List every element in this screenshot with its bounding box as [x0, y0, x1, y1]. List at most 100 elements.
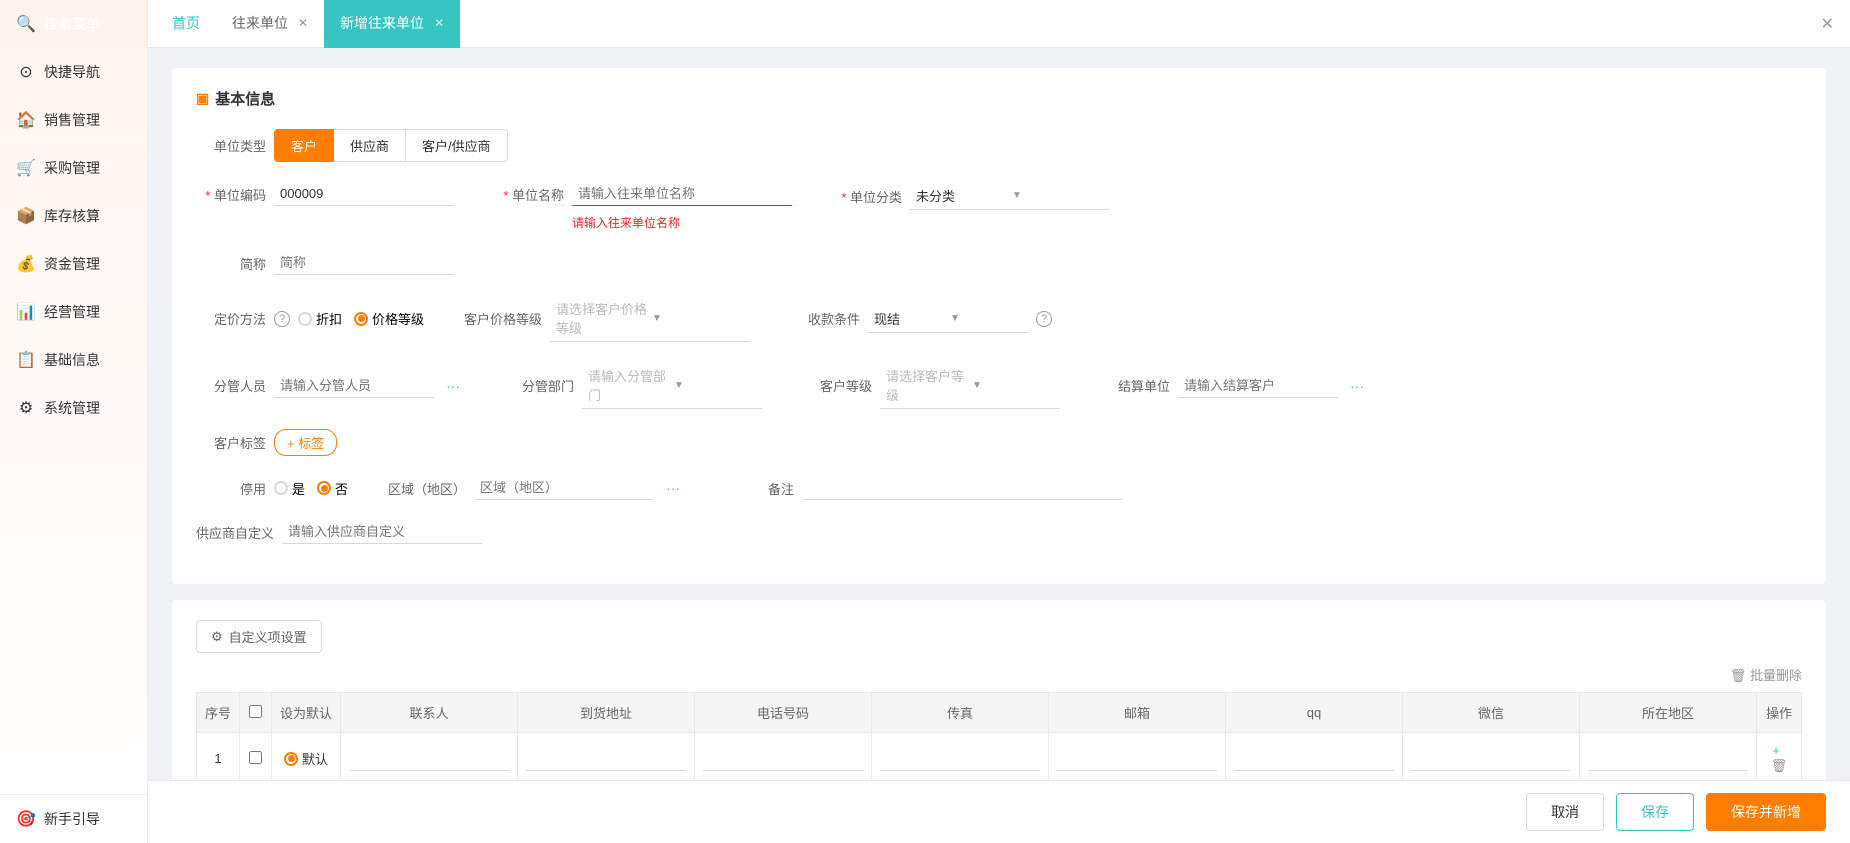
email-input[interactable]	[1057, 747, 1217, 771]
col-region: 所在地区	[1580, 693, 1757, 733]
footer: 取消 保存 保存并新增	[148, 780, 1850, 843]
wechat-input[interactable]	[1411, 747, 1571, 771]
cell-phone	[695, 733, 872, 781]
unit-name-input[interactable]	[572, 182, 792, 206]
sidebar-item-sales[interactable]: 🏠 销售管理	[0, 96, 147, 144]
customer-price-level-select[interactable]: 请选择客户价格等级 ▼	[550, 295, 750, 342]
supplier-custom-row: 供应商自定义	[196, 520, 1802, 544]
region-input[interactable]	[474, 476, 654, 500]
radio-yes-circle	[274, 481, 288, 495]
sidebar-item-basic[interactable]: 📋 基础信息	[0, 336, 147, 384]
unit-category-select[interactable]: 未分类 ▼	[910, 182, 1110, 210]
abbr-input[interactable]	[274, 251, 454, 275]
pricing-help-icon[interactable]: ?	[274, 311, 290, 327]
cell-fax	[872, 733, 1049, 781]
col-contact: 联系人	[341, 693, 518, 733]
contacts-table: 序号 设为默认 联系人 到货地址 电话号码 传真 邮箱 qq 微信 所在地区 操…	[196, 692, 1802, 780]
sidebar-item-quick-nav[interactable]: ⊙ 快捷导航	[0, 48, 147, 96]
customer-level-group: 客户等级 请选择客户等级 ▼	[802, 362, 1060, 409]
section-title-icon: ▣	[196, 90, 209, 107]
purchase-icon: 🛒	[16, 158, 36, 178]
col-email: 邮箱	[1049, 693, 1226, 733]
tab-contacts-close[interactable]: ✕	[298, 16, 308, 30]
unit-type-buttons: 客户 供应商 客户/供应商	[274, 129, 508, 162]
manager-input[interactable]	[274, 374, 434, 398]
radio-default[interactable]: 默认	[280, 749, 332, 768]
contact-input[interactable]	[349, 747, 509, 771]
save-button[interactable]: 保存	[1616, 793, 1694, 831]
remark-input[interactable]	[802, 476, 1122, 500]
row-checkbox[interactable]	[249, 751, 262, 764]
region-group: 区域（地区） ···	[388, 476, 684, 500]
customer-level-label: 客户等级	[802, 376, 872, 395]
batch-delete-btn[interactable]: 🗑 批量删除	[1730, 665, 1802, 684]
supplier-custom-group: 供应商自定义	[196, 520, 482, 544]
tab-new-contact-close[interactable]: ✕	[434, 16, 444, 30]
select-all-checkbox[interactable]	[249, 705, 262, 718]
unit-type-group: 单位类型 客户 供应商 客户/供应商	[196, 129, 508, 162]
pricing-group: 定价方法 ? 折扣 价格等级	[196, 309, 424, 328]
radio-discount-circle	[298, 312, 312, 326]
phone-input[interactable]	[703, 747, 863, 771]
customer-level-select[interactable]: 请选择客户等级 ▼	[880, 362, 1060, 409]
customer-tag-row: 客户标签 + 标签	[196, 429, 1802, 456]
col-qq: qq	[1226, 693, 1403, 733]
operation-icon: 📊	[16, 302, 36, 322]
payment-help-icon[interactable]: ?	[1036, 311, 1052, 327]
sidebar-item-purchase[interactable]: 🛒 采购管理	[0, 144, 147, 192]
radio-disabled-no[interactable]: 否	[317, 479, 348, 498]
manager-row: 分管人员 ··· 分管部门 请输入分管部门 ▼ 客户等级 请选择客户等级 ▼	[196, 362, 1802, 409]
btn-type-customer[interactable]: 客户	[274, 129, 334, 162]
delete-row-btn[interactable]: 🗑	[1771, 758, 1788, 773]
add-tag-btn[interactable]: + 标签	[274, 429, 337, 456]
pricing-row: 定价方法 ? 折扣 价格等级 客户价格等级	[196, 295, 1802, 342]
dept-select[interactable]: 请输入分管部门 ▼	[582, 362, 762, 409]
save-new-button[interactable]: 保存并新增	[1706, 793, 1826, 831]
tab-bar-close-all[interactable]: ✕	[1813, 10, 1842, 38]
region-more-btn[interactable]: ···	[662, 480, 684, 496]
btn-type-supplier[interactable]: 供应商	[334, 129, 406, 162]
supplier-custom-input[interactable]	[282, 520, 482, 544]
radio-price-level[interactable]: 价格等级	[354, 309, 424, 328]
address-input[interactable]	[526, 747, 686, 771]
cell-default: 默认	[272, 733, 341, 781]
sidebar-item-finance[interactable]: 💰 资金管理	[0, 240, 147, 288]
unit-type-label: 单位类型	[196, 136, 266, 155]
add-row-btn[interactable]: +	[1772, 743, 1780, 758]
col-phone: 电话号码	[695, 693, 872, 733]
unit-name-error: 请输入往来单位名称	[572, 214, 680, 231]
region-cell-input[interactable]	[1588, 747, 1748, 771]
btn-type-both[interactable]: 客户/供应商	[406, 129, 508, 162]
qq-input[interactable]	[1234, 747, 1394, 771]
table-row: 1 默认	[197, 733, 1802, 781]
settlement-unit-input[interactable]	[1178, 374, 1338, 398]
disabled-label: 停用	[196, 479, 266, 498]
tab-new-contact[interactable]: 新增往来单位 ✕	[324, 0, 460, 48]
custom-settings-btn[interactable]: ⚙ 自定义项设置	[196, 620, 322, 653]
sidebar-item-system[interactable]: ⚙ 系统管理	[0, 384, 147, 432]
finance-icon: 💰	[16, 254, 36, 274]
radio-disabled-yes[interactable]: 是	[274, 479, 305, 498]
payment-condition-select[interactable]: 现结 ▼	[868, 305, 1028, 333]
tab-contacts[interactable]: 往来单位 ✕	[216, 0, 324, 48]
cell-no: 1	[197, 733, 240, 781]
customer-price-level-group: 客户价格等级 请选择客户价格等级 ▼	[464, 295, 750, 342]
settlement-more-btn[interactable]: ···	[1346, 378, 1368, 394]
abbr-label: 简称	[196, 254, 266, 273]
radio-discount[interactable]: 折扣	[298, 309, 342, 328]
system-icon: ⚙	[16, 398, 36, 418]
sidebar-item-operation[interactable]: 📊 经营管理	[0, 288, 147, 336]
cancel-button[interactable]: 取消	[1526, 793, 1604, 831]
sidebar-item-search[interactable]: 🔍 搜索菜单	[0, 0, 147, 48]
tab-home[interactable]: 首页	[156, 0, 216, 48]
manager-more-btn[interactable]: ···	[442, 378, 464, 394]
table-toolbar: 🗑 批量删除	[196, 665, 1802, 684]
sidebar-item-guide[interactable]: 🎯 新手引导	[0, 794, 147, 843]
sidebar-item-inventory[interactable]: 📦 库存核算	[0, 192, 147, 240]
fax-input[interactable]	[880, 747, 1040, 771]
pricing-radio-group: 折扣 价格等级	[298, 309, 424, 328]
remark-group: 备注	[724, 476, 1122, 500]
unit-code-input[interactable]	[274, 182, 454, 206]
payment-condition-group: 收款条件 现结 ▼ ?	[790, 305, 1052, 333]
search-icon: 🔍	[16, 14, 36, 34]
